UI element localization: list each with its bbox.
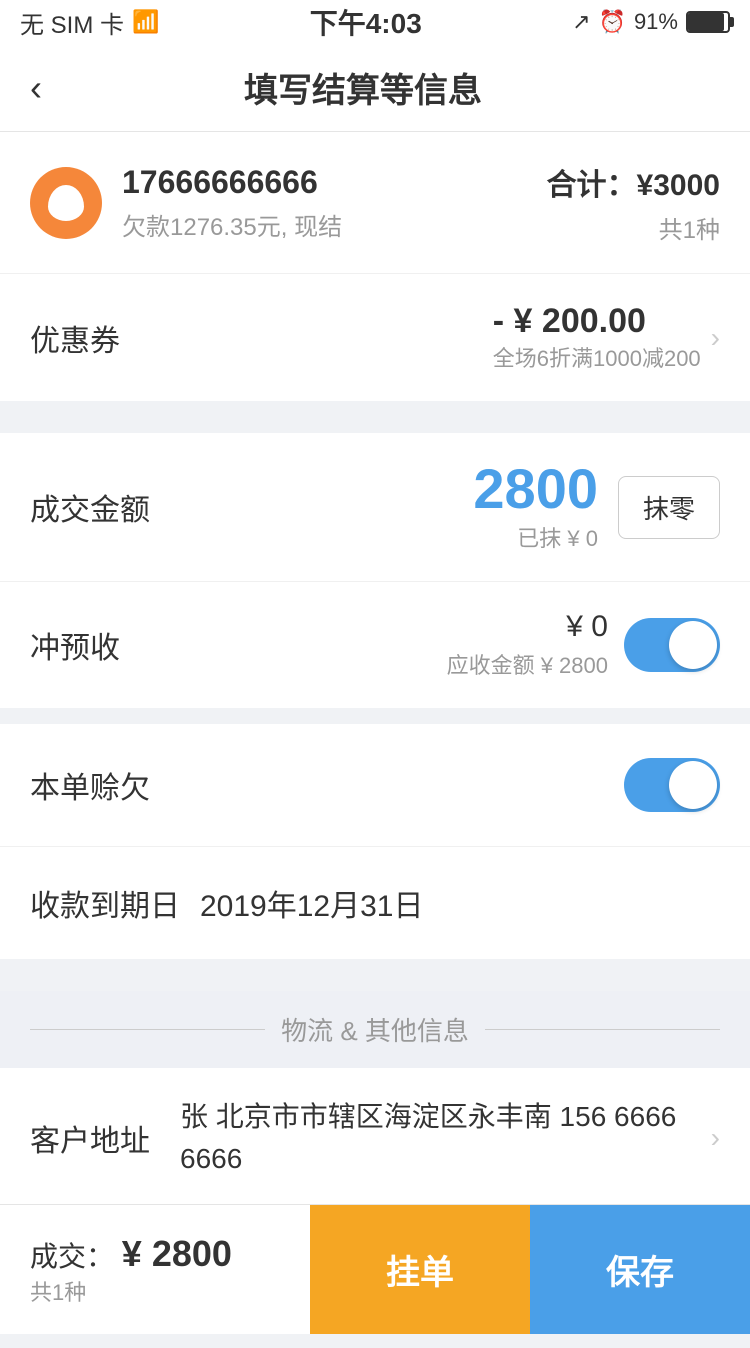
back-button[interactable]: ‹ <box>30 67 42 109</box>
hang-button[interactable]: 挂单 <box>310 1205 530 1334</box>
coupon-label: 优惠券 <box>30 316 120 360</box>
footer-deal: 成交： ¥ 2800 <box>30 1233 280 1275</box>
prepay-value-group: ¥ 0 应收金额 ¥ 2800 <box>447 610 608 680</box>
debt-row: 本单赊欠 <box>0 724 750 846</box>
customer-card: 17666666666 欠款1276.35元, 现结 合计：¥3000 共1种 … <box>0 132 750 401</box>
location-icon: ↗ <box>572 9 590 35</box>
amount-label: 成交金额 <box>30 485 150 529</box>
prepay-value: ¥ 0 <box>447 610 608 644</box>
save-button[interactable]: 保存 <box>530 1205 750 1334</box>
debt-toggle[interactable] <box>624 758 720 812</box>
prepay-right: ¥ 0 应收金额 ¥ 2800 <box>447 610 720 680</box>
customer-phone: 17666666666 <box>122 164 547 201</box>
section-divider-3 <box>0 975 750 991</box>
debt-section: 本单赊欠 收款到期日 2019年12月31日 <box>0 724 750 959</box>
coupon-right: - ¥ 200.00 全场6折满1000减200 › <box>493 302 720 373</box>
total-amount: 合计：¥3000 <box>547 160 720 204</box>
due-date-label: 收款到期日 <box>30 881 180 925</box>
customer-debt: 欠款1276.35元, 现结 <box>122 207 547 242</box>
status-right: ↗ ⏰ 91% <box>572 9 730 35</box>
customer-total: 合计：¥3000 共1种 <box>547 160 720 245</box>
customer-row: 17666666666 欠款1276.35元, 现结 合计：¥3000 共1种 <box>0 132 750 274</box>
debt-toggle-knob <box>669 761 717 809</box>
toggle-knob <box>669 621 717 669</box>
due-date-row: 收款到期日 2019年12月31日 <box>0 846 750 959</box>
footer-count: 共1种 <box>30 1275 280 1307</box>
prepay-row: 冲预收 ¥ 0 应收金额 ¥ 2800 <box>0 581 750 708</box>
footer-amount: ¥ 2800 <box>122 1233 232 1274</box>
logistics-label: 物流 & 其他信息 <box>281 1011 469 1048</box>
avatar <box>30 167 102 239</box>
logistics-section-header: 物流 & 其他信息 <box>0 991 750 1068</box>
due-date-value: 2019年12月31日 <box>200 881 423 925</box>
battery-indicator <box>686 11 730 33</box>
amount-right: 2800 已抹 ¥ 0 抹零 <box>473 461 720 553</box>
prepay-label: 冲预收 <box>30 623 120 667</box>
alarm-icon: ⏰ <box>599 9 626 35</box>
coupon-discount: - ¥ 200.00 <box>493 302 701 341</box>
customer-info: 17666666666 欠款1276.35元, 现结 <box>122 164 547 242</box>
footer-info: 成交： ¥ 2800 共1种 <box>0 1205 310 1334</box>
logistics-divider: 物流 & 其他信息 <box>30 1011 720 1048</box>
amount-row: 成交金额 2800 已抹 ¥ 0 抹零 <box>0 433 750 581</box>
section-divider-1 <box>0 417 750 433</box>
total-count: 共1种 <box>547 210 720 245</box>
battery-percent: 91% <box>634 9 678 35</box>
amount-value: 2800 <box>473 461 598 517</box>
footer: 成交： ¥ 2800 共1种 挂单 保存 <box>0 1204 750 1334</box>
chevron-right-icon: › <box>711 322 720 354</box>
coupon-row[interactable]: 优惠券 - ¥ 200.00 全场6折满1000减200 › <box>0 274 750 401</box>
address-chevron-icon: › <box>711 1122 720 1154</box>
amount-sub: 已抹 ¥ 0 <box>473 521 598 553</box>
status-left: 无 SIM 卡 📶 <box>20 5 159 40</box>
no-sim-label: 无 SIM 卡 <box>20 5 124 40</box>
amount-section: 成交金额 2800 已抹 ¥ 0 抹零 冲预收 ¥ 0 应收金额 ¥ 2800 <box>0 433 750 708</box>
amount-value-group: 2800 已抹 ¥ 0 <box>473 461 598 553</box>
footer-deal-label: 成交： <box>30 1241 114 1272</box>
prepay-toggle[interactable] <box>624 618 720 672</box>
debt-label: 本单赊欠 <box>30 763 150 807</box>
address-label: 客户地址 <box>30 1116 150 1160</box>
page-title: 填写结算等信息 <box>62 63 664 112</box>
status-bar: 无 SIM 卡 📶 下午4:03 ↗ ⏰ 91% <box>0 0 750 44</box>
address-row[interactable]: 客户地址 张 北京市市辖区海淀区永丰南 156 6666 6666 › <box>0 1068 750 1208</box>
nav-bar: ‹ 填写结算等信息 <box>0 44 750 132</box>
section-divider-2 <box>0 708 750 724</box>
round-zero-button[interactable]: 抹零 <box>618 476 720 539</box>
prepay-sub: 应收金额 ¥ 2800 <box>447 648 608 680</box>
address-value: 张 北京市市辖区海淀区永丰南 156 6666 6666 <box>180 1096 711 1180</box>
status-time: 下午4:03 <box>310 2 422 42</box>
avatar-icon <box>48 185 84 221</box>
wifi-icon: 📶 <box>132 9 159 35</box>
coupon-desc: 全场6折满1000减200 <box>493 341 701 373</box>
